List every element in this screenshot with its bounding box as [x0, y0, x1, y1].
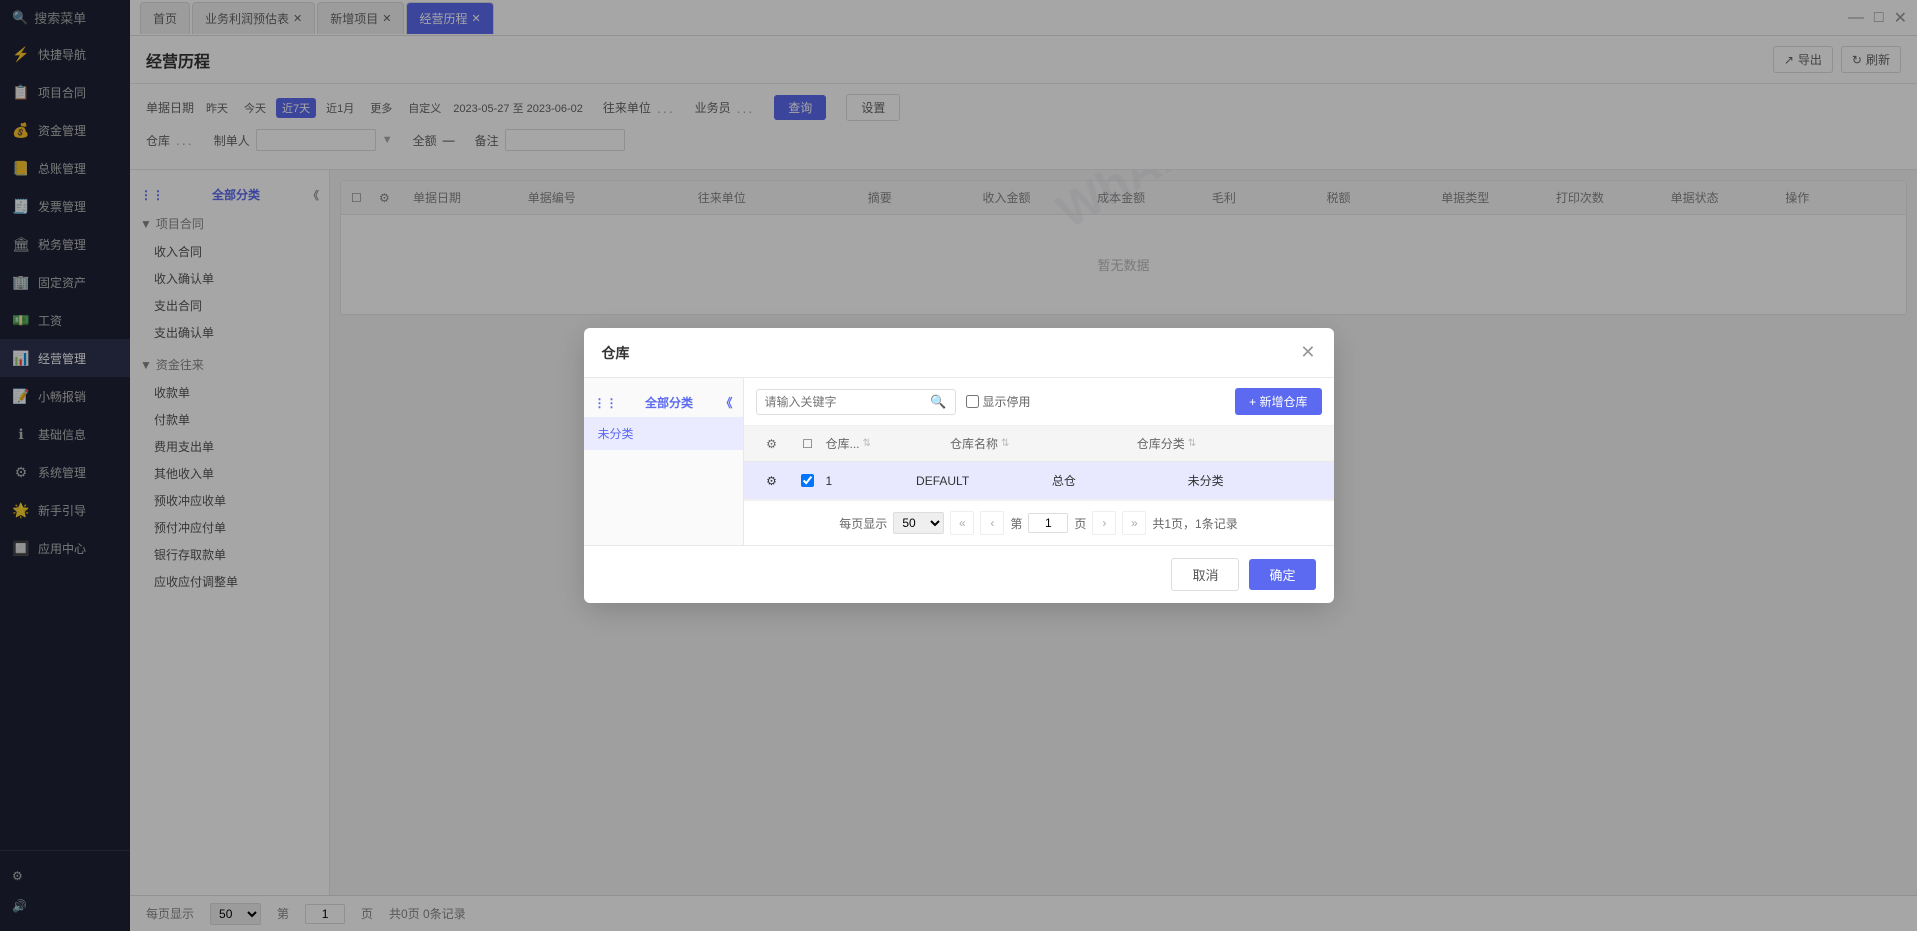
th-settings[interactable]: ⚙: [754, 437, 790, 451]
dialog-per-page-label: 每页显示: [839, 515, 887, 532]
dialog-body: ⋮⋮ 全部分类 《 未分类 🔍 显示停: [584, 378, 1334, 545]
id-sort-icon[interactable]: ⇅: [863, 438, 871, 449]
row-name-cell: DEFAULT: [916, 474, 1052, 488]
dialog-header: 仓库 ✕: [584, 328, 1334, 378]
dialog-left-panel: ⋮⋮ 全部分类 《 未分类: [584, 378, 744, 545]
dialog-search-icon: 🔍: [930, 394, 946, 410]
row-warehouse-name: 总仓: [1052, 472, 1076, 489]
dialog-left-header[interactable]: ⋮⋮ 全部分类 《: [584, 388, 743, 417]
dialog-last-page-btn[interactable]: »: [1122, 511, 1146, 535]
row-category-value: 未分类: [1188, 472, 1224, 489]
dialog-overlay: 仓库 ✕ ⋮⋮ 全部分类 《 未分类: [0, 0, 1917, 931]
dialog-next-page-btn[interactable]: ›: [1092, 511, 1116, 535]
row-checkbox[interactable]: [801, 474, 814, 487]
dialog-pagination: 每页显示 50 100 « ‹ 第 页 › » 共1页，1条记录: [744, 500, 1334, 545]
dialog-toolbar: 🔍 显示停用 + 新增仓库: [744, 378, 1334, 426]
row-settings-icon: ⚙: [754, 474, 790, 488]
dialog-left-item-uncategorized[interactable]: 未分类: [584, 417, 743, 450]
dialog-table-header: ⚙ ☐ 仓库... ⇅ 仓库名称 ⇅: [744, 426, 1334, 462]
row-id-cell: 1: [826, 474, 917, 488]
th-check[interactable]: ☐: [790, 437, 826, 451]
show-disabled-label[interactable]: 显示停用: [966, 393, 1031, 410]
dialog-table: ⚙ ☐ 仓库... ⇅ 仓库名称 ⇅: [744, 426, 1334, 500]
dialog-first-page-btn[interactable]: «: [950, 511, 974, 535]
dialog-prev-page-btn[interactable]: ‹: [980, 511, 1004, 535]
dialog-page-input[interactable]: [1028, 513, 1068, 533]
add-warehouse-button[interactable]: + 新增仓库: [1235, 388, 1321, 415]
dialog-left-icon: ⋮⋮: [594, 396, 618, 410]
row-code-value: DEFAULT: [916, 474, 969, 488]
dialog-per-page-select[interactable]: 50 100: [893, 512, 944, 534]
dialog-page-suffix: 页: [1074, 515, 1086, 532]
dialog-close-button[interactable]: ✕: [1300, 342, 1315, 363]
show-disabled-checkbox[interactable]: [966, 395, 979, 408]
dialog-footer: 取消 确定: [584, 545, 1334, 603]
dialog-title: 仓库: [602, 343, 630, 363]
row-checkbox-cell[interactable]: [790, 474, 826, 487]
th-warehouse-name: 仓库名称 ⇅: [950, 435, 1137, 452]
settings-icon-th: ⚙: [766, 437, 777, 451]
row-name-value-cell: 总仓: [1052, 472, 1188, 489]
dialog-search-box: 🔍: [756, 389, 956, 415]
show-disabled-text: 显示停用: [983, 393, 1031, 410]
row-id-value: 1: [826, 474, 833, 488]
name-sort-icon[interactable]: ⇅: [1001, 438, 1009, 449]
th-warehouse-category: 仓库分类 ⇅: [1137, 435, 1324, 452]
warehouse-dialog: 仓库 ✕ ⋮⋮ 全部分类 《 未分类: [584, 328, 1334, 603]
dialog-page-label: 第: [1010, 515, 1022, 532]
row-category-cell: 未分类: [1188, 472, 1324, 489]
check-all-icon: ☐: [802, 437, 813, 451]
dialog-total-label: 共1页，1条记录: [1152, 515, 1237, 532]
cancel-button[interactable]: 取消: [1171, 558, 1239, 591]
dialog-right-panel: 🔍 显示停用 + 新增仓库 ⚙ ☐: [744, 378, 1334, 545]
table-row[interactable]: ⚙ 1 DEFAULT 总仓: [744, 462, 1334, 500]
dialog-left-title: 全部分类: [645, 394, 693, 411]
category-sort-icon[interactable]: ⇅: [1188, 438, 1196, 449]
th-warehouse-id: 仓库... ⇅: [826, 435, 951, 452]
dialog-search-input[interactable]: [765, 395, 925, 409]
dialog-left-toggle[interactable]: 《: [720, 394, 732, 411]
confirm-button[interactable]: 确定: [1249, 559, 1315, 590]
row-gear-icon: ⚙: [766, 474, 777, 488]
